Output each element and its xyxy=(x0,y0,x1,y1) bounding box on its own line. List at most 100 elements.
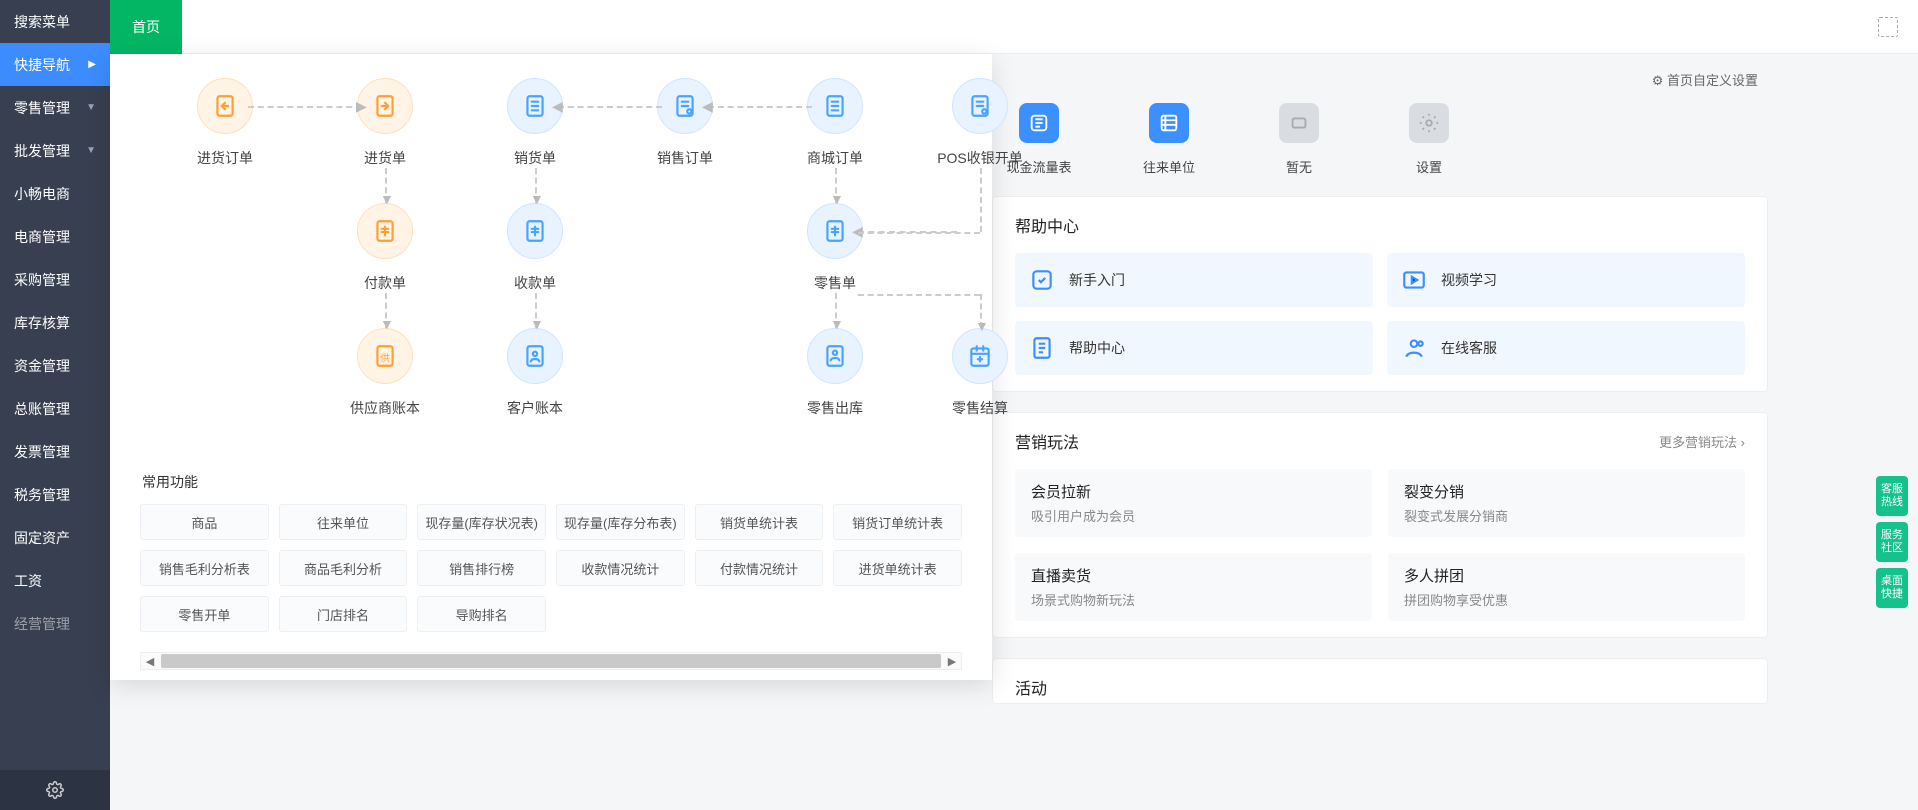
flow-node-n12[interactable]: 零售结算 xyxy=(905,328,1055,418)
common-fn-5[interactable]: 销货订单统计表 xyxy=(833,504,962,540)
scroll-thumb[interactable] xyxy=(161,654,941,668)
dashboard-right: ⚙ 首页自定义设置 现金流量表往来单位暂无设置 帮助中心 新手入门视频学习帮助中… xyxy=(992,66,1768,704)
sidebar-settings-button[interactable] xyxy=(0,770,110,810)
node-label: 零售单 xyxy=(760,273,910,293)
tab-home[interactable]: 首页 xyxy=(110,0,182,54)
flow-node-n4[interactable]: 商城订单 xyxy=(760,78,910,168)
custom-settings-link[interactable]: ⚙ 首页自定义设置 xyxy=(992,66,1768,103)
flow-node-n3[interactable]: 销售订单 xyxy=(610,78,760,168)
help-icon xyxy=(1029,267,1055,293)
shortcut-tile-3[interactable]: 设置 xyxy=(1394,103,1464,176)
node-label: 零售结算 xyxy=(905,398,1055,418)
help-card: 帮助中心 新手入门视频学习帮助中心在线客服 xyxy=(992,196,1768,392)
sidebar-item-ecom[interactable]: 电商管理 xyxy=(0,215,110,258)
sidebar-item-retail[interactable]: 零售管理▼ xyxy=(0,86,110,129)
marketing-item-1[interactable]: 裂变分销裂变式发展分销商 xyxy=(1388,469,1745,537)
sidebar-item-inventory[interactable]: 库存核算 xyxy=(0,301,110,344)
marketing-item-2[interactable]: 直播卖货场景式购物新玩法 xyxy=(1015,553,1372,621)
activity-title: 活动 xyxy=(1015,675,1047,699)
sidebar: 搜索菜单 快捷导航▶ 零售管理▼ 批发管理▼ 小畅电商 电商管理 采购管理 库存… xyxy=(0,0,110,810)
fullscreen-button[interactable] xyxy=(1878,17,1898,37)
flow-node-n5[interactable]: POS收银开单 xyxy=(905,78,1055,168)
common-fn-7[interactable]: 商品毛利分析 xyxy=(279,550,408,586)
flow-node-n2[interactable]: 销货单 xyxy=(460,78,610,168)
common-fn-13[interactable]: 门店排名 xyxy=(279,596,408,632)
tile-icon xyxy=(1149,103,1189,143)
node-label: 商城订单 xyxy=(760,148,910,168)
common-fn-10[interactable]: 付款情况统计 xyxy=(695,550,824,586)
common-fn-0[interactable]: 商品 xyxy=(140,504,269,540)
topbar: 首页 xyxy=(110,0,1918,54)
mkt-title: 多人拼团 xyxy=(1404,565,1729,586)
sidebar-item-quicknav[interactable]: 快捷导航▶ xyxy=(0,43,110,86)
flow-node-n8[interactable]: 零售单 xyxy=(760,203,910,293)
shortcut-tiles: 现金流量表往来单位暂无设置 xyxy=(992,103,1768,176)
common-fn-8[interactable]: 销售排行榜 xyxy=(417,550,546,586)
mkt-title: 直播卖货 xyxy=(1031,565,1356,586)
chevron-down-icon: ▼ xyxy=(86,145,96,156)
mkt-sub: 吸引用户成为会员 xyxy=(1031,506,1356,525)
float-pill-0[interactable]: 客服 热线 xyxy=(1876,476,1908,516)
chevron-right-icon: ▶ xyxy=(88,59,96,70)
sidebar-item-salary[interactable]: 工资 xyxy=(0,559,110,602)
common-fn-11[interactable]: 进货单统计表 xyxy=(833,550,962,586)
marketing-card: 营销玩法 更多营销玩法 › 会员拉新吸引用户成为会员裂变分销裂变式发展分销商直播… xyxy=(992,412,1768,638)
help-item-3[interactable]: 在线客服 xyxy=(1387,321,1745,375)
common-fn-12[interactable]: 零售开单 xyxy=(140,596,269,632)
flow-node-n9[interactable]: 供供应商账本 xyxy=(310,328,460,418)
sidebar-item-ledger[interactable]: 总账管理 xyxy=(0,387,110,430)
help-item-2[interactable]: 帮助中心 xyxy=(1015,321,1373,375)
flow-node-n11[interactable]: 零售出库 xyxy=(760,328,910,418)
flow-node-n10[interactable]: 客户账本 xyxy=(460,328,610,418)
help-item-0[interactable]: 新手入门 xyxy=(1015,253,1373,307)
help-label: 视频学习 xyxy=(1441,270,1497,290)
sidebar-item-wholesale[interactable]: 批发管理▼ xyxy=(0,129,110,172)
mkt-title: 会员拉新 xyxy=(1031,481,1356,502)
mkt-sub: 场景式购物新玩法 xyxy=(1031,590,1356,609)
marketing-more-link[interactable]: 更多营销玩法 › xyxy=(1659,432,1745,451)
sidebar-item-funds[interactable]: 资金管理 xyxy=(0,344,110,387)
quicknav-flyout: 进货订单进货单销货单销售订单商城订单POS收银开单付款单收款单零售单供供应商账本… xyxy=(110,54,992,680)
scroll-left-button[interactable]: ◀ xyxy=(141,655,159,668)
sidebar-item-purchase[interactable]: 采购管理 xyxy=(0,258,110,301)
sidebar-item-invoice[interactable]: 发票管理 xyxy=(0,430,110,473)
common-fn-3[interactable]: 现存量(库存分布表) xyxy=(556,504,685,540)
node-icon xyxy=(507,203,563,259)
tile-label: 设置 xyxy=(1394,157,1464,176)
help-icon xyxy=(1401,335,1427,361)
node-label: 收款单 xyxy=(460,273,610,293)
flow-node-n6[interactable]: 付款单 xyxy=(310,203,460,293)
help-label: 在线客服 xyxy=(1441,338,1497,358)
common-fn-6[interactable]: 销售毛利分析表 xyxy=(140,550,269,586)
horizontal-scrollbar[interactable]: ◀ ▶ xyxy=(140,652,962,670)
sidebar-item-xchang[interactable]: 小畅电商 xyxy=(0,172,110,215)
float-pill-1[interactable]: 服务 社区 xyxy=(1876,522,1908,562)
help-item-1[interactable]: 视频学习 xyxy=(1387,253,1745,307)
shortcut-tile-1[interactable]: 往来单位 xyxy=(1134,103,1204,176)
help-label: 帮助中心 xyxy=(1069,338,1125,358)
node-label: 客户账本 xyxy=(460,398,610,418)
chevron-down-icon: ▼ xyxy=(86,102,96,113)
tile-icon xyxy=(1409,103,1449,143)
flow-node-n1[interactable]: 进货单 xyxy=(310,78,460,168)
sidebar-item-assets[interactable]: 固定资产 xyxy=(0,516,110,559)
node-label: 供应商账本 xyxy=(310,398,460,418)
common-fn-1[interactable]: 往来单位 xyxy=(279,504,408,540)
node-icon xyxy=(507,328,563,384)
node-icon xyxy=(807,328,863,384)
sidebar-item-mgmt[interactable]: 经营管理 xyxy=(0,602,110,645)
common-fn-14[interactable]: 导购排名 xyxy=(417,596,546,632)
flow-node-n0[interactable]: 进货订单 xyxy=(150,78,300,168)
scroll-right-button[interactable]: ▶ xyxy=(943,655,961,668)
marketing-item-3[interactable]: 多人拼团拼团购物享受优惠 xyxy=(1388,553,1745,621)
flow-node-n7[interactable]: 收款单 xyxy=(460,203,610,293)
shortcut-tile-2[interactable]: 暂无 xyxy=(1264,103,1334,176)
sidebar-item-search[interactable]: 搜索菜单 xyxy=(0,0,110,43)
node-icon: 供 xyxy=(357,328,413,384)
common-fn-2[interactable]: 现存量(库存状况表) xyxy=(417,504,546,540)
common-fn-4[interactable]: 销货单统计表 xyxy=(695,504,824,540)
float-pill-2[interactable]: 桌面 快捷 xyxy=(1876,568,1908,608)
common-fn-9[interactable]: 收款情况统计 xyxy=(556,550,685,586)
sidebar-item-tax[interactable]: 税务管理 xyxy=(0,473,110,516)
marketing-item-0[interactable]: 会员拉新吸引用户成为会员 xyxy=(1015,469,1372,537)
